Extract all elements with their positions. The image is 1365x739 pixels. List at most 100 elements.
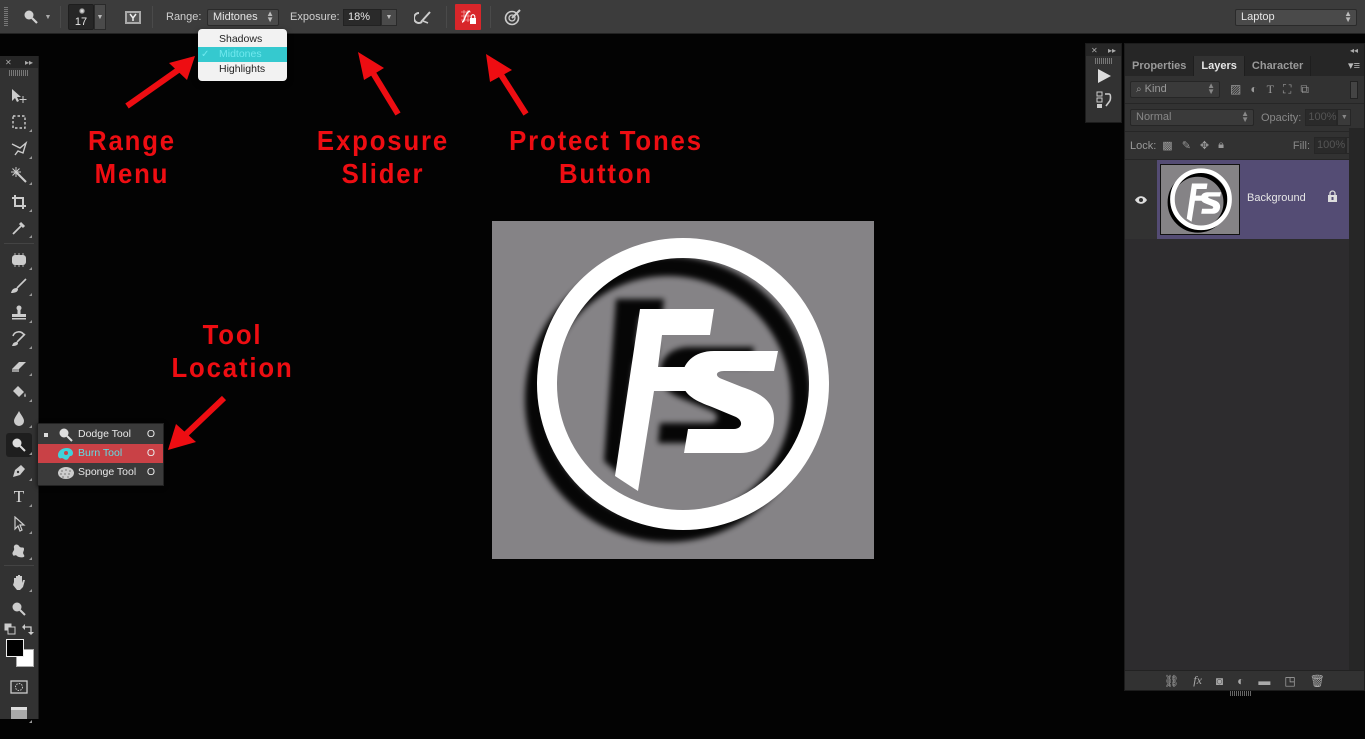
option-label: Highlights [219,63,266,75]
clone-stamp-tool[interactable] [6,301,32,325]
fill-input[interactable]: 100% [1314,137,1346,154]
history-brush-tool[interactable] [6,327,32,351]
range-option-shadows[interactable]: Shadows [198,32,287,47]
airbrush-button[interactable] [412,0,436,34]
lock-transparency-icon[interactable]: ▩ [1162,139,1172,152]
divider [152,6,153,28]
layer-name: Background [1247,192,1306,204]
expand-icon[interactable]: ▸▸ [1108,46,1116,55]
panel-menu-icon[interactable]: ▾≡ [1348,59,1360,72]
crop-tool[interactable] [6,190,32,214]
screen-mode-button[interactable] [6,701,32,725]
exposure-slider-button[interactable]: ▼ [381,8,397,26]
range-option-highlights[interactable]: Highlights [198,62,287,77]
collapsed-panels-dock: ✕ ▸▸ [1085,43,1122,123]
exposure-input[interactable]: 18% [343,8,381,26]
path-selection-tool[interactable] [6,512,32,536]
history-icon [1096,91,1111,108]
default-colors-icon[interactable] [4,623,16,635]
smart-object-filter-icon[interactable]: ⧉ [1300,82,1309,97]
protect-tones-button[interactable] [455,0,481,34]
layers-scrollbar[interactable] [1349,128,1364,672]
workspace-select[interactable]: Laptop ▲ ▼ [1235,8,1357,26]
brush-panel-icon [125,11,141,24]
eyedropper-tool[interactable] [6,216,32,240]
eyedropper-icon [12,221,26,235]
layers-panel-header: ◂◂ [1125,44,1364,56]
burn-hand-icon [57,446,75,461]
pen-tool[interactable] [6,459,32,483]
divider [4,565,34,567]
paint-bucket-tool[interactable] [6,380,32,404]
tab-properties[interactable]: Properties [1125,56,1195,76]
flyout-label: Burn Tool [78,447,123,459]
adjustment-filter-icon[interactable]: ◐ [1250,82,1257,97]
history-panel-button[interactable] [1086,88,1121,112]
filter-toggle[interactable] [1350,81,1358,99]
annotation-protect-tones: Protect Tones Button [505,124,707,190]
collapse-icon[interactable]: ◂◂ [1350,46,1358,55]
flyout-item-burn-tool[interactable]: Burn Tool O [38,444,163,463]
delete-layer-icon[interactable]: 🗑︎ [1310,674,1325,688]
flyout-item-sponge-tool[interactable]: Sponge Tool O [38,463,163,482]
lock-pixels-icon[interactable]: ✎ [1182,139,1191,152]
brush-picker[interactable]: 17 ▼ [68,0,106,34]
expand-icon[interactable]: ▸▸ [25,58,33,67]
foreground-color[interactable] [6,639,24,658]
shape-filter-icon[interactable]: ⛶ [1283,82,1291,97]
eraser-tool[interactable] [6,354,32,378]
type-filter-icon[interactable]: T [1267,82,1274,97]
filter-kind-select[interactable]: ⌕ Kind ▲ ▼ [1130,81,1220,98]
magic-wand-tool[interactable] [6,163,32,187]
flyout-item-dodge-tool[interactable]: Dodge Tool O [38,425,163,444]
lasso-tool[interactable] [6,137,32,161]
link-layers-icon[interactable]: ⛓ [1164,674,1179,688]
marquee-tool[interactable] [6,110,32,134]
layer-selected[interactable]: Background [1157,160,1350,239]
lock-all-icon[interactable]: 🔒︎ [1218,139,1224,152]
close-icon[interactable]: ✕ [1091,46,1098,55]
filter-icons: ▨ ◐ T ⛶ ⧉ [1230,82,1309,97]
new-group-icon[interactable]: ▬ [1258,674,1270,688]
custom-shape-tool[interactable] [6,538,32,562]
adjustment-layer-icon[interactable]: ◐ [1237,674,1244,688]
healing-brush-tool[interactable] [6,248,32,272]
zoom-tool[interactable] [6,597,32,621]
close-icon[interactable]: ✕ [5,58,12,67]
blend-mode-select[interactable]: Normal ▲ ▼ [1130,109,1254,126]
options-bar-grip[interactable] [4,7,8,27]
hand-tool[interactable] [6,570,32,594]
document-canvas[interactable] [492,221,874,559]
tool-preset-picker[interactable]: ▼ [22,0,52,34]
actions-panel-button[interactable] [1086,64,1121,88]
blend-row: Normal ▲ ▼ Opacity: 100% ▼ [1125,104,1364,132]
brush-tool[interactable] [6,274,32,298]
brush-dropdown[interactable]: ▼ [94,4,106,30]
dodge-tool-group[interactable] [6,432,32,457]
move-tool[interactable] [6,84,32,108]
layer-row-background[interactable]: Background [1125,160,1350,239]
visibility-toggle[interactable] [1125,160,1157,239]
blur-tool[interactable] [6,406,32,430]
range-option-midtones[interactable]: ✓ Midtones [198,47,287,62]
tab-character[interactable]: Character [1245,56,1312,76]
panel-resize-grip[interactable] [1230,691,1252,696]
brush-panel-toggle[interactable] [122,0,144,34]
add-mask-icon[interactable]: ◙ [1216,674,1223,688]
swap-colors-icon[interactable] [22,623,34,636]
range-select[interactable]: Midtones ▲ ▼ [207,8,279,26]
custom-shape-icon [12,544,25,558]
type-tool[interactable]: T [6,485,32,509]
tab-layers[interactable]: Layers [1194,56,1245,76]
burn-tool-icon [24,10,38,24]
annotation-arrow-exposure [358,52,401,116]
lock-position-icon[interactable]: ✥ [1200,139,1209,152]
pressure-size-button[interactable] [501,0,525,34]
opacity-input[interactable]: 100% [1305,109,1338,126]
protect-tones-toggle[interactable] [455,4,481,30]
opacity-dropdown[interactable]: ▼ [1337,109,1352,126]
quick-mask-button[interactable] [6,675,32,699]
new-layer-icon[interactable]: ◳ [1284,674,1295,688]
fx-icon[interactable]: fx [1193,673,1202,688]
pixel-filter-icon[interactable]: ▨ [1230,82,1241,97]
